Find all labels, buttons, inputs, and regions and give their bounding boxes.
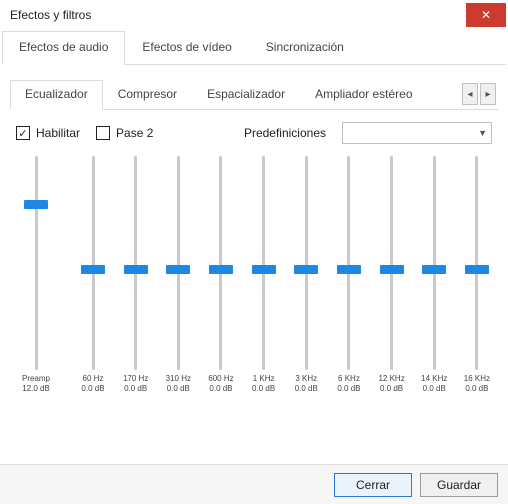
band-gain: 0.0 dB xyxy=(380,384,403,393)
tab-scroll-left[interactable]: ◂ xyxy=(462,83,478,105)
band-slider[interactable] xyxy=(415,156,453,374)
band-freq: 60 Hz xyxy=(83,374,104,384)
band-slider[interactable] xyxy=(202,156,240,374)
tab-scroll-right[interactable]: ▸ xyxy=(480,83,496,105)
band-slider[interactable] xyxy=(373,156,411,374)
band-thumb[interactable] xyxy=(422,265,446,274)
checkbox-box: ✓ xyxy=(16,126,30,140)
close-button[interactable]: ✕ xyxy=(466,3,506,27)
chevron-down-icon: ▼ xyxy=(478,128,487,138)
tab-equalizer[interactable]: Ecualizador xyxy=(10,80,103,110)
band-thumb[interactable] xyxy=(294,265,318,274)
band-gain: 0.0 dB xyxy=(252,384,275,393)
checkbox-box xyxy=(96,126,110,140)
band-thumb[interactable] xyxy=(124,265,148,274)
equalizer-area: Preamp 12.0 dB 60 Hz0.0 dB170 Hz0.0 dB31… xyxy=(10,150,498,460)
footer: Cerrar Guardar xyxy=(0,464,508,504)
band-freq: 170 Hz xyxy=(123,374,148,384)
pass2-checkbox[interactable]: Pase 2 xyxy=(96,126,153,140)
band-gain: 0.0 dB xyxy=(465,384,488,393)
band-column: 60 Hz0.0 dB xyxy=(74,156,112,458)
band-freq: 16 KHz xyxy=(464,374,490,384)
band-slider[interactable] xyxy=(245,156,283,374)
preamp-column: Preamp 12.0 dB xyxy=(18,156,54,458)
inner-tabs: Ecualizador Compresor Espacializador Amp… xyxy=(10,79,498,110)
tab-spatializer[interactable]: Espacializador xyxy=(192,80,300,110)
tab-synchronization[interactable]: Sincronización xyxy=(249,31,361,65)
band-thumb[interactable] xyxy=(209,265,233,274)
band-freq: 12 KHz xyxy=(378,374,404,384)
enable-checkbox[interactable]: ✓ Habilitar xyxy=(16,126,80,140)
band-column: 310 Hz0.0 dB xyxy=(159,156,197,458)
band-column: 1 KHz0.0 dB xyxy=(245,156,283,458)
panel-audio-effects: Ecualizador Compresor Espacializador Amp… xyxy=(0,65,508,464)
preamp-value: 12.0 dB xyxy=(22,384,50,393)
band-freq: 600 Hz xyxy=(208,374,233,384)
band-column: 600 Hz0.0 dB xyxy=(202,156,240,458)
chevron-left-icon: ◂ xyxy=(467,89,472,100)
enable-label: Habilitar xyxy=(36,126,80,140)
band-column: 3 KHz0.0 dB xyxy=(287,156,325,458)
outer-tabs: Efectos de audio Efectos de vídeo Sincro… xyxy=(2,30,506,65)
band-freq: 1 KHz xyxy=(253,374,275,384)
band-slider[interactable] xyxy=(330,156,368,374)
band-thumb[interactable] xyxy=(252,265,276,274)
tab-scroll: ◂ ▸ xyxy=(460,79,498,109)
band-gain: 0.0 dB xyxy=(337,384,360,393)
tab-audio-effects[interactable]: Efectos de audio xyxy=(2,31,125,65)
save-button[interactable]: Guardar xyxy=(420,473,498,497)
close-dialog-button[interactable]: Cerrar xyxy=(334,473,412,497)
band-gain: 0.0 dB xyxy=(423,384,446,393)
band-thumb[interactable] xyxy=(380,265,404,274)
tab-video-effects[interactable]: Efectos de vídeo xyxy=(125,31,248,65)
presets-label: Predefiniciones xyxy=(244,126,326,140)
close-icon: ✕ xyxy=(481,8,491,22)
band-column: 14 KHz0.0 dB xyxy=(415,156,453,458)
tab-compressor[interactable]: Compresor xyxy=(103,80,192,110)
bands-container: 60 Hz0.0 dB170 Hz0.0 dB310 Hz0.0 dB600 H… xyxy=(54,156,496,458)
preamp-thumb[interactable] xyxy=(24,200,48,209)
band-column: 170 Hz0.0 dB xyxy=(117,156,155,458)
band-freq: 6 KHz xyxy=(338,374,360,384)
titlebar: Efectos y filtros ✕ xyxy=(0,0,508,30)
band-gain: 0.0 dB xyxy=(167,384,190,393)
chevron-right-icon: ▸ xyxy=(485,89,490,100)
band-thumb[interactable] xyxy=(81,265,105,274)
band-freq: 310 Hz xyxy=(166,374,191,384)
band-slider[interactable] xyxy=(159,156,197,374)
band-gain: 0.0 dB xyxy=(209,384,232,393)
band-thumb[interactable] xyxy=(166,265,190,274)
preamp-label: Preamp xyxy=(22,374,50,384)
band-column: 12 KHz0.0 dB xyxy=(373,156,411,458)
band-column: 16 KHz0.0 dB xyxy=(458,156,496,458)
band-thumb[interactable] xyxy=(465,265,489,274)
band-slider[interactable] xyxy=(74,156,112,374)
band-thumb[interactable] xyxy=(337,265,361,274)
band-freq: 14 KHz xyxy=(421,374,447,384)
band-slider[interactable] xyxy=(287,156,325,374)
window: Efectos y filtros ✕ Efectos de audio Efe… xyxy=(0,0,508,504)
band-slider[interactable] xyxy=(458,156,496,374)
band-column: 6 KHz0.0 dB xyxy=(330,156,368,458)
options-row: ✓ Habilitar Pase 2 Predefiniciones ▼ xyxy=(10,110,498,150)
band-slider[interactable] xyxy=(117,156,155,374)
tab-stereo-widener[interactable]: Ampliador estéreo xyxy=(300,80,427,110)
presets-dropdown[interactable]: ▼ xyxy=(342,122,492,144)
window-title: Efectos y filtros xyxy=(10,8,466,22)
pass2-label: Pase 2 xyxy=(116,126,153,140)
band-gain: 0.0 dB xyxy=(81,384,104,393)
band-freq: 3 KHz xyxy=(295,374,317,384)
band-gain: 0.0 dB xyxy=(124,384,147,393)
preamp-slider[interactable] xyxy=(18,156,54,374)
band-gain: 0.0 dB xyxy=(295,384,318,393)
